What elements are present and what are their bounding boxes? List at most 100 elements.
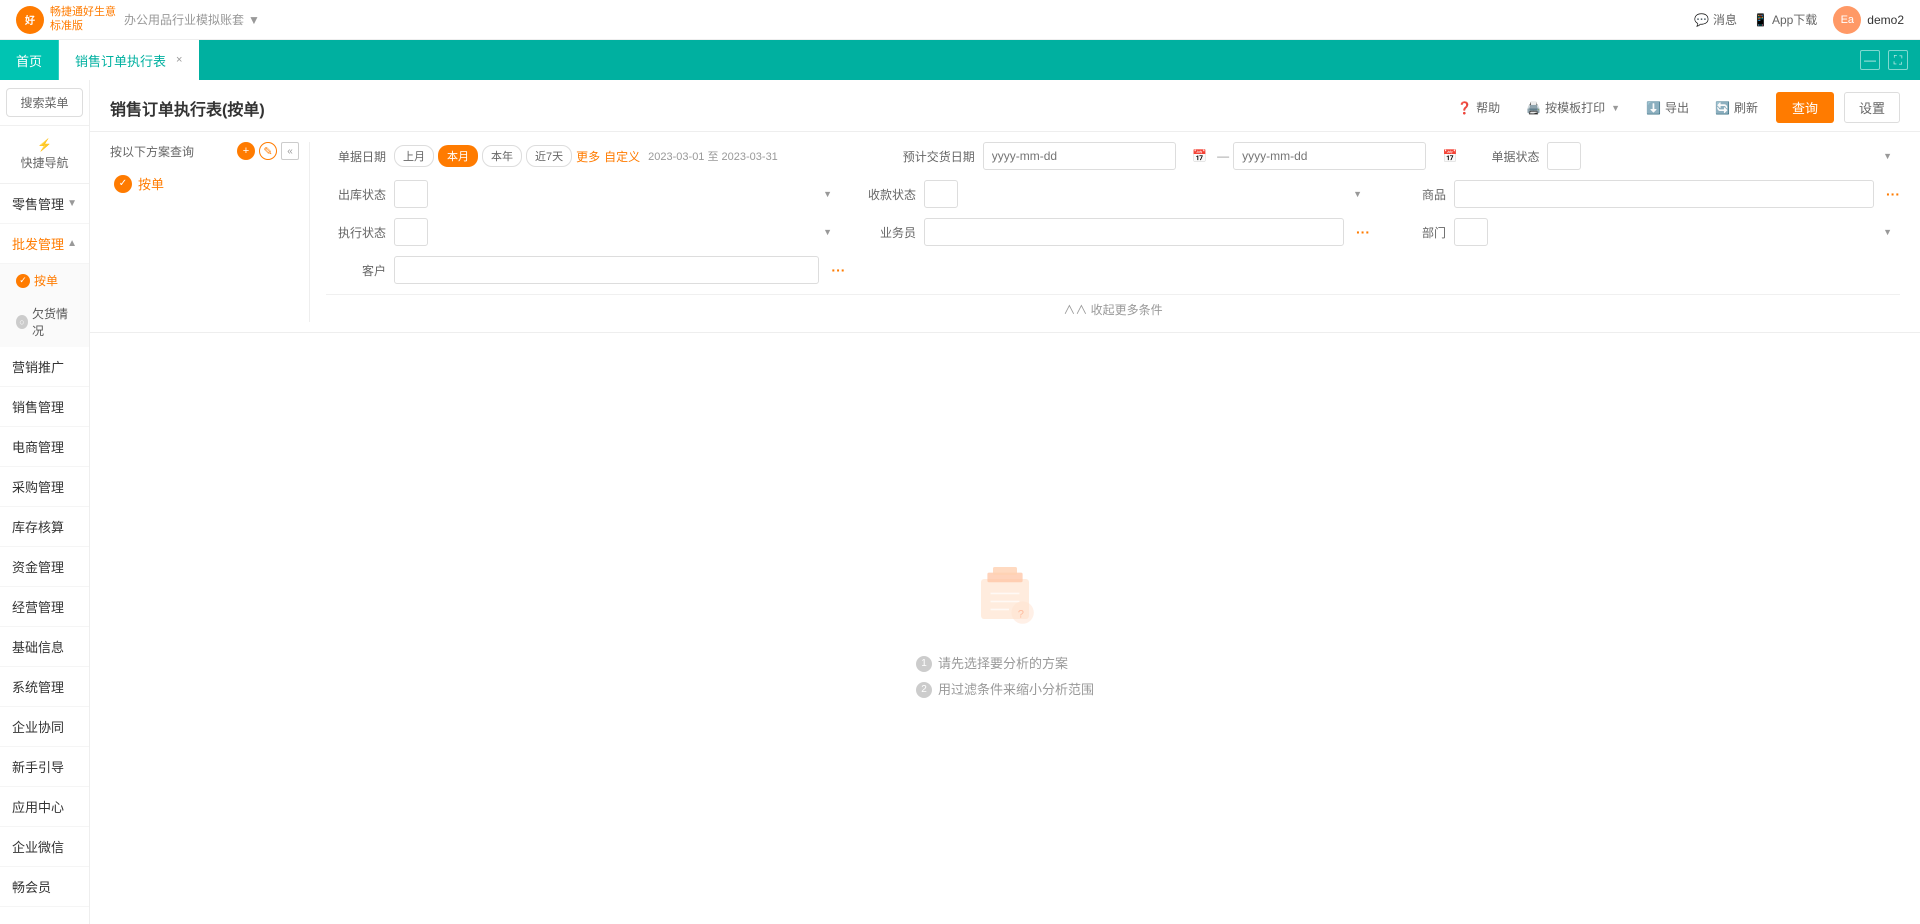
filter-field-delivery: 出库状态 [326,180,840,208]
header-right: 💬 消息 📱 App下载 Ea demo2 [1694,6,1904,34]
sidebar-sub-item-按单[interactable]: ✓ 按单 [0,264,89,297]
filter-row-1: 单据日期 上月 本月 本年 近7天 更多 自定义 20 [326,142,1900,170]
sidebar-item-sales[interactable]: 销售管理 [0,387,89,427]
breadcrumb: 办公用品行业模拟账套 ▼ [124,11,260,28]
date-end-calendar-icon: 📅 [1443,149,1458,163]
inactive-plan-icon: ○ [16,315,28,329]
empty-state: ? 1 请先选择要分析的方案 2 用过滤条件来缩小分析范围 [916,555,1094,703]
content-area: 销售订单执行表(按单) ❓ 帮助 🖨️ 按模板打印 ⬇️ 导出 🔄 刷新 [90,80,1920,924]
filter-field-status: 单据状态 [1479,142,1900,170]
template-print-btn[interactable]: 🖨️ 按模板打印 [1518,95,1628,120]
logo-area: 好 畅捷通好生意 标准版 [16,6,116,34]
add-plan-btn[interactable]: + [237,142,255,160]
sidebar-item-newbie[interactable]: 新手引导 [0,747,89,787]
empty-illustration: ? [965,555,1045,635]
delivery-label: 出库状态 [326,186,386,203]
date-tag-last-month[interactable]: 上月 [394,145,434,167]
help-icon: ❓ [1457,101,1472,115]
date-tag-this-month[interactable]: 本月 [438,145,478,167]
salesperson-label: 业务员 [856,224,916,241]
collapse-bar[interactable]: ∧∧ 收起更多条件 [326,294,1900,322]
sidebar-item-marketing[interactable]: 营销推广 [0,347,89,387]
tab-bar-actions: — ⛶ [1848,40,1920,80]
sidebar-sub-item-欠货情况[interactable]: ○ 欠货情况 [0,297,89,347]
retail-arrow-icon: ▼ [67,198,77,209]
sidebar-item-operation[interactable]: 经营管理 [0,587,89,627]
date-tag-this-year[interactable]: 本年 [482,145,522,167]
collapse-left-btn[interactable]: « [281,142,299,160]
message-action[interactable]: 💬 消息 [1694,11,1737,28]
customer-input[interactable] [394,256,819,284]
sidebar-search-button[interactable]: 搜索菜单 [6,88,83,117]
sidebar-item-system[interactable]: 系统管理 [0,667,89,707]
sidebar-item-wechat[interactable]: 企业微信 [0,827,89,867]
date-more-link[interactable]: 更多 [576,148,600,165]
customer-label: 客户 [326,262,386,279]
dept-select[interactable] [1454,218,1488,246]
sidebar-item-app-center[interactable]: 应用中心 [0,787,89,827]
sidebar-item-retail[interactable]: 零售管理 ▼ [0,184,89,224]
filter-left-actions: + ✎ « [237,142,299,160]
filter-field-execute: 执行状态 [326,218,840,246]
date-custom-link[interactable]: 自定义 [604,148,640,165]
top-header: 好 畅捷通好生意 标准版 办公用品行业模拟账套 ▼ 💬 消息 📱 App下载 E… [0,0,1920,40]
sidebar-item-basic[interactable]: 基础信息 [0,627,89,667]
sidebar-item-wholesale[interactable]: 批发管理 ▲ [0,224,89,264]
salesperson-more-icon[interactable]: ··· [1356,224,1370,240]
status-select[interactable] [1547,142,1581,170]
empty-tip-row-2: 2 用过滤条件来缩小分析范围 [916,677,1094,703]
dept-select-wrapper [1454,218,1900,246]
tab-home[interactable]: 首页 [0,40,59,80]
customer-more-icon[interactable]: ··· [831,262,845,278]
sidebar-item-enterprise[interactable]: 企业协同 [0,707,89,747]
sidebar-item-inventory[interactable]: 库存核算 [0,507,89,547]
page-header: 销售订单执行表(按单) ❓ 帮助 🖨️ 按模板打印 ⬇️ 导出 🔄 刷新 [90,80,1920,132]
tab-minimize-btn[interactable]: — [1860,50,1880,70]
filter-field-customer: 客户 ··· [326,256,845,284]
content-body: ? 1 请先选择要分析的方案 2 用过滤条件来缩小分析范围 [90,333,1920,924]
execute-select[interactable] [394,218,428,246]
sidebar-item-purchase[interactable]: 采购管理 [0,467,89,507]
sidebar-item-quick-nav[interactable]: ⚡ 快捷导航 [0,130,89,179]
date-tag-7days[interactable]: 近7天 [526,145,572,167]
filter-panel-inner: 按以下方案查询 + ✎ « ✓ 按单 [110,142,1900,322]
sidebar-item-finance[interactable]: 资金管理 [0,547,89,587]
plan-circle-icon: ✓ [114,175,132,193]
print-icon: 🖨️ [1526,101,1541,115]
quick-nav-icon: ⚡ [37,138,52,152]
execute-select-wrapper [394,218,840,246]
delivery-select-wrapper [394,180,840,208]
empty-tips: 1 请先选择要分析的方案 2 用过滤条件来缩小分析范围 [916,651,1094,703]
edit-plan-btn[interactable]: ✎ [259,142,277,160]
tab-sales-order[interactable]: 销售订单执行表 × [59,40,199,80]
salesperson-input[interactable] [924,218,1344,246]
goods-more-icon[interactable]: ··· [1886,186,1900,202]
export-icon: ⬇️ [1646,101,1661,115]
date-start-input[interactable] [983,142,1176,170]
refresh-btn[interactable]: 🔄 刷新 [1707,95,1766,120]
tab-maximize-btn[interactable]: ⛶ [1888,50,1908,70]
date-tag-group: 上月 本月 本年 近7天 更多 自定义 [394,145,640,167]
collection-select-wrapper [924,180,1370,208]
tab-close-icon[interactable]: × [176,54,182,66]
filter-field-collection: 收款状态 [856,180,1370,208]
delivery-select[interactable] [394,180,428,208]
sidebar-item-ecommerce[interactable]: 电商管理 [0,427,89,467]
plan-item-按单[interactable]: ✓ 按单 [110,168,299,199]
user-profile[interactable]: Ea demo2 [1833,6,1904,34]
export-btn[interactable]: ⬇️ 导出 [1638,95,1697,120]
date-end-input[interactable] [1233,142,1426,170]
goods-input[interactable] [1454,180,1874,208]
sidebar-item-member[interactable]: 畅会员 [0,867,89,907]
status-label: 单据状态 [1479,148,1539,165]
search-btn[interactable]: 查询 [1776,92,1834,123]
collection-select[interactable] [924,180,958,208]
header-left: 好 畅捷通好生意 标准版 办公用品行业模拟账套 ▼ [16,6,260,34]
settings-btn[interactable]: 设置 [1844,92,1900,123]
date-start-calendar-icon: 📅 [1192,149,1207,163]
dept-label: 部门 [1386,224,1446,241]
app-download-action[interactable]: 📱 App下载 [1753,11,1817,28]
date-range-group: 📅 — 📅 [983,142,1464,170]
help-btn[interactable]: ❓ 帮助 [1449,95,1508,120]
breadcrumb-dropdown-icon[interactable]: ▼ [248,13,260,27]
